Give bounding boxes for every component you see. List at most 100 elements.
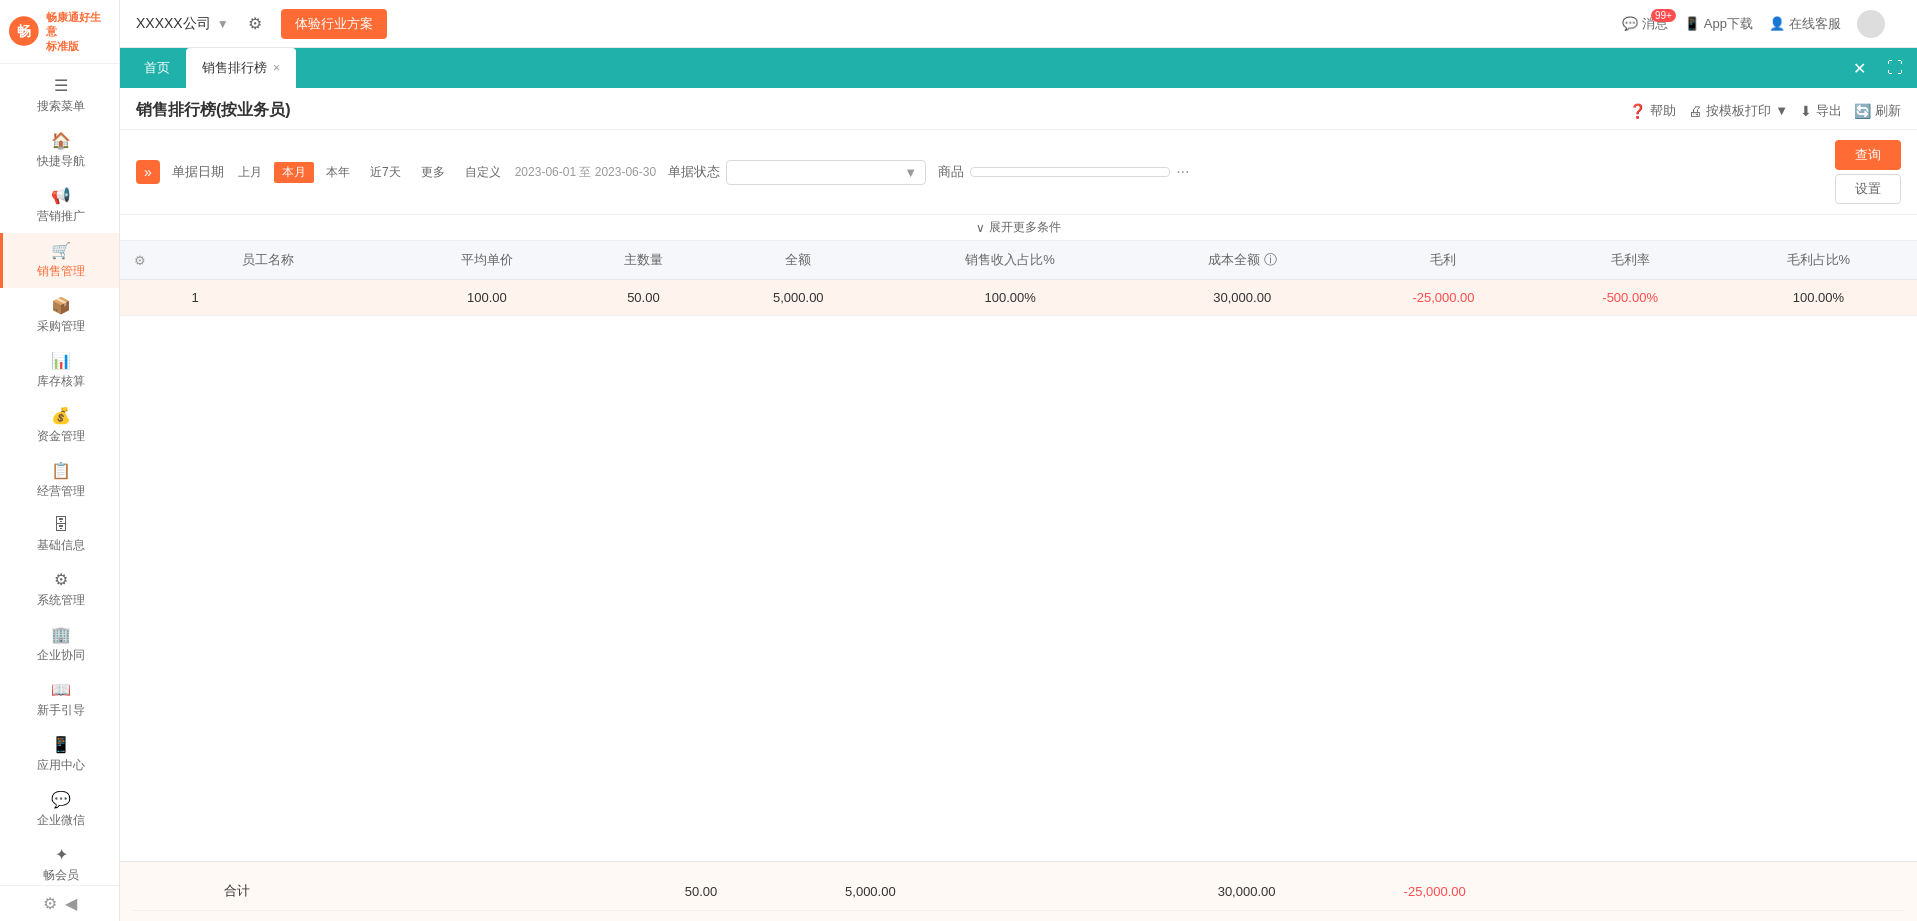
refresh-btn[interactable]: 🔄 刷新 (1854, 102, 1901, 120)
app-download-btn[interactable]: 📱 App下载 (1684, 15, 1753, 33)
sidebar-item-label: 资金管理 (37, 428, 85, 445)
sidebar-item-finance[interactable]: 💰 资金管理 (0, 398, 119, 453)
sidebar-bottom: ⚙ ◀ (0, 885, 119, 921)
appstore-icon: 📱 (51, 735, 71, 754)
footer-row: 合计 50.00 5,000.00 30,000.00 -25,000.00 (132, 872, 1905, 911)
sidebar-item-label: 应用中心 (37, 757, 85, 774)
goods-filter-label: 商品 (938, 163, 964, 181)
sidebar-item-member[interactable]: ✦ 畅会员 (0, 837, 119, 885)
sidebar-item-wechat[interactable]: 💬 企业微信 (0, 782, 119, 837)
sidebar-item-label: 采购管理 (37, 318, 85, 335)
filter-status-group: 单据状态 ▼ (668, 160, 926, 185)
table-body: 1 100.00 50.00 5,000.00 100.00% 30,000.0… (120, 280, 1917, 316)
row-sales-pct-cell: 100.00% (882, 280, 1138, 316)
enterprise-icon: 🏢 (51, 625, 71, 644)
query-button[interactable]: 查询 (1835, 140, 1901, 170)
footer-label: 合计 (212, 872, 438, 911)
sidebar-item-guide[interactable]: 📖 新手引导 (0, 672, 119, 727)
col-amount: 全额 (714, 241, 882, 280)
col-settings[interactable]: ⚙ (120, 241, 160, 280)
col-name: 员工名称 (230, 241, 401, 280)
date-tab-last-month[interactable]: 上月 (230, 162, 270, 183)
sidebar-item-label: 基础信息 (37, 537, 85, 554)
col-quantity: 主数量 (573, 241, 715, 280)
date-tab-custom[interactable]: 自定义 (457, 162, 509, 183)
sidebar-item-label: 企业协同 (37, 647, 85, 664)
refresh-label: 刷新 (1875, 102, 1901, 120)
date-tab-this-year[interactable]: 本年 (318, 162, 358, 183)
sidebar-item-label: 畅会员 (43, 867, 79, 884)
export-btn[interactable]: ⬇ 导出 (1800, 102, 1842, 120)
online-service-label: 在线客服 (1789, 15, 1841, 33)
settings-small-button[interactable]: 设置 (1835, 174, 1901, 204)
date-tab-this-month[interactable]: 本月 (274, 162, 314, 183)
sidebar-item-enterprise[interactable]: 🏢 企业协同 (0, 617, 119, 672)
goods-input[interactable] (970, 167, 1170, 177)
sidebar-item-inventory[interactable]: 📊 库存核算 (0, 343, 119, 398)
date-tab-more[interactable]: 更多 (413, 162, 453, 183)
col-gross-rate: 毛利率 (1540, 241, 1719, 280)
print-btn[interactable]: 🖨 按模板打印 ▼ (1688, 102, 1788, 120)
logo-icon: 畅 (8, 15, 40, 47)
row-avg-price-cell: 100.00 (401, 280, 572, 316)
status-select[interactable]: ▼ (726, 160, 926, 185)
filter-date-group: 单据日期 上月 本月 本年 近7天 更多 自定义 2023-06-01 至 20… (172, 162, 656, 183)
avatar[interactable] (1857, 10, 1885, 38)
close-window-icon[interactable]: ✕ (1845, 54, 1873, 82)
filter-toggle-btn[interactable]: » (136, 160, 160, 184)
app-download-label: App下载 (1704, 15, 1753, 33)
toggle-icon: » (144, 164, 152, 180)
message-btn[interactable]: 💬 消息 99+ (1622, 15, 1668, 33)
sidebar-item-system[interactable]: ⚙ 系统管理 (0, 562, 119, 617)
tabbar: 首页 销售排行榜 × ✕ ⛶ (120, 48, 1917, 88)
tab-close-icon[interactable]: × (273, 61, 280, 75)
export-label: 导出 (1816, 102, 1842, 120)
table-row: 1 100.00 50.00 5,000.00 100.00% 30,000.0… (120, 280, 1917, 316)
sidebar-item-operation[interactable]: 📋 经营管理 (0, 453, 119, 508)
col-cost: 成本全额 ⓘ (1138, 241, 1347, 280)
topbar-right: 💬 消息 99+ 📱 App下载 👤 在线客服 (1622, 10, 1901, 38)
maximize-icon[interactable]: ⛶ (1881, 54, 1909, 82)
settings-bottom-icon[interactable]: ⚙ (43, 894, 57, 913)
col-sales-pct: 销售收入占比% (882, 241, 1138, 280)
expand-more-btn[interactable]: ∨ 展开更多条件 (976, 219, 1061, 236)
tab-sales-ranking[interactable]: 销售排行榜 × (186, 48, 296, 88)
refresh-icon: 🔄 (1854, 103, 1871, 119)
purchase-icon: 📦 (51, 296, 71, 315)
topbar-settings-btn[interactable]: ⚙ (241, 10, 269, 38)
col-gross-pct: 毛利占比% (1720, 241, 1917, 280)
marketing-icon: 📢 (51, 186, 71, 205)
topbar: XXXXX公司 ▼ ⚙ 体验行业方案 💬 消息 99+ 📱 App下载 👤 在线… (120, 0, 1917, 48)
tab-home[interactable]: 首页 (128, 48, 186, 88)
date-tab-7days[interactable]: 近7天 (362, 162, 409, 183)
footer-gross-pct (1717, 872, 1905, 911)
sidebar-item-marketing[interactable]: 📢 营销推广 (0, 178, 119, 233)
help-btn[interactable]: ❓ 帮助 (1629, 102, 1676, 120)
row-name-cell (230, 280, 401, 316)
trial-button[interactable]: 体验行业方案 (281, 9, 387, 39)
footer-empty2 (172, 872, 212, 911)
tab-home-label: 首页 (144, 59, 170, 77)
chevron-down-icon: ∨ (976, 221, 985, 235)
status-dropdown-icon: ▼ (904, 165, 917, 180)
sidebar-item-quick-nav[interactable]: 🏠 快捷导航 (0, 123, 119, 178)
footer-gross: -25,000.00 (1341, 872, 1529, 911)
sidebar-item-purchase[interactable]: 📦 采购管理 (0, 288, 119, 343)
row-gross-cell: -25,000.00 (1346, 280, 1540, 316)
table-footer: 合计 50.00 5,000.00 30,000.00 -25,000.00 (120, 861, 1917, 921)
sidebar-item-search-order[interactable]: ☰ 搜索菜单 (0, 68, 119, 123)
sidebar-item-label: 营销推广 (37, 208, 85, 225)
company-select[interactable]: XXXXX公司 ▼ (136, 15, 229, 33)
more-filters-icon[interactable]: ··· (1176, 163, 1189, 181)
sidebar-item-sales[interactable]: 🛒 销售管理 (0, 233, 119, 288)
print-dropdown-icon: ▼ (1775, 103, 1788, 118)
system-icon: ⚙ (54, 570, 68, 589)
online-service-btn[interactable]: 👤 在线客服 (1769, 15, 1841, 33)
sidebar-item-basic[interactable]: 🗄 基础信息 (0, 508, 119, 562)
home-icon: 🏠 (51, 131, 71, 150)
page-header: 销售排行榜(按业务员) ❓ 帮助 🖨 按模板打印 ▼ ⬇ 导出 🔄 刷新 (120, 88, 1917, 130)
sidebar-item-appstore[interactable]: 📱 应用中心 (0, 727, 119, 782)
message-badge: 99+ (1651, 9, 1676, 22)
col-avg-price: 平均单价 (401, 241, 572, 280)
collapse-sidebar-icon[interactable]: ◀ (65, 894, 77, 913)
